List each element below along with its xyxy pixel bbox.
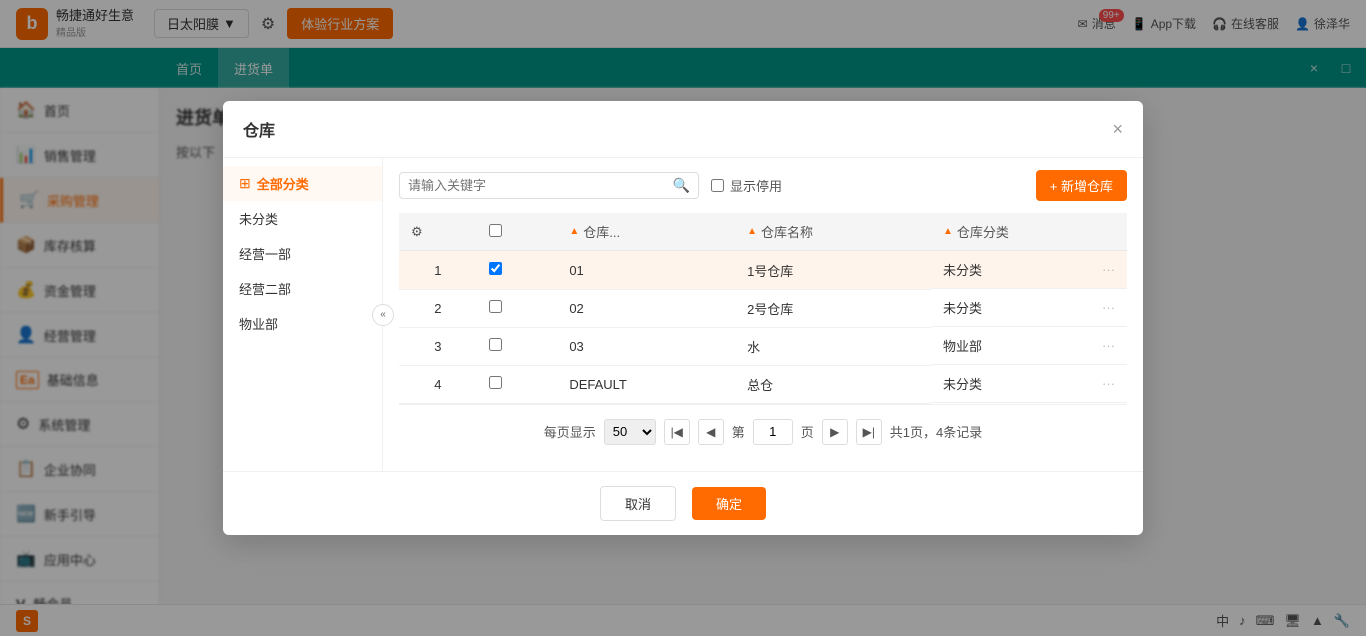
table-toolbar: 🔍 显示停用 + 新增仓库: [399, 170, 1127, 201]
row-checkbox[interactable]: [477, 289, 558, 327]
pagination: 每页显示 50 10 20 100 |◀ ◀ 第 页 ▶ ▶| 共1页，4条记录: [399, 404, 1127, 459]
warehouse-modal: 仓库 × ⊞ 全部分类 未分类 经营一部 经营二部 物业部 «: [223, 101, 1143, 535]
row-name: 总仓: [735, 365, 931, 403]
row-checkbox[interactable]: [477, 327, 558, 365]
modal-header: 仓库 ×: [223, 101, 1143, 158]
row-name: 水: [735, 327, 931, 365]
show-disabled-checkbox[interactable]: [711, 179, 724, 192]
row-code: DEFAULT: [557, 365, 735, 403]
modal-body: ⊞ 全部分类 未分类 经营一部 经营二部 物业部 « 🔍: [223, 158, 1143, 471]
table-row[interactable]: 3 03 水 物业部···: [399, 327, 1127, 365]
show-disabled-text: 显示停用: [730, 176, 782, 195]
page-suffix: 页: [801, 422, 814, 441]
row-index: 1: [399, 251, 477, 290]
search-input[interactable]: [408, 178, 667, 193]
row-checkbox[interactable]: [477, 251, 558, 290]
row-category: 未分类···: [931, 365, 1127, 403]
row-category: 未分类···: [931, 251, 1127, 289]
th-code[interactable]: ▲ 仓库...: [557, 213, 735, 251]
warehouse-table: ⚙ ▲ 仓库... ▲ 仓库名称: [399, 213, 1127, 404]
total-info: 共1页，4条记录: [890, 422, 982, 441]
cancel-btn[interactable]: 取消: [600, 486, 676, 521]
gear-icon[interactable]: ⚙: [411, 224, 423, 239]
search-box: 🔍: [399, 172, 699, 199]
modal-footer: 取消 确定: [223, 471, 1143, 535]
select-all-checkbox[interactable]: [489, 224, 502, 237]
row-name: 2号仓库: [735, 289, 931, 327]
sort-icon-code: ▲: [569, 226, 579, 237]
page-input[interactable]: [753, 419, 793, 445]
row-action-btn[interactable]: ···: [1102, 300, 1115, 315]
row-name: 1号仓库: [735, 251, 931, 290]
row-checkbox[interactable]: [477, 365, 558, 403]
modal-close-btn[interactable]: ×: [1112, 119, 1123, 140]
row-action-btn[interactable]: ···: [1102, 376, 1115, 391]
th-checkbox: [477, 213, 558, 251]
row-code: 01: [557, 251, 735, 290]
modal-overlay: 仓库 × ⊞ 全部分类 未分类 经营一部 经营二部 物业部 «: [0, 0, 1366, 636]
row-index: 3: [399, 327, 477, 365]
th-settings: ⚙: [399, 213, 477, 251]
th-code-label: 仓库...: [583, 222, 620, 241]
add-warehouse-btn[interactable]: + 新增仓库: [1036, 170, 1127, 201]
category-item-1[interactable]: 经营一部: [223, 236, 382, 271]
row-action-btn[interactable]: ···: [1102, 262, 1115, 277]
th-category[interactable]: ▲ 仓库分类: [931, 213, 1127, 251]
table-row[interactable]: 2 02 2号仓库 未分类···: [399, 289, 1127, 327]
prev-page-btn[interactable]: ◀: [698, 419, 724, 445]
table-row[interactable]: 1 01 1号仓库 未分类···: [399, 251, 1127, 290]
row-index: 4: [399, 365, 477, 403]
th-category-label: 仓库分类: [957, 222, 1009, 241]
row-action-btn[interactable]: ···: [1102, 338, 1115, 353]
category-all-label: 全部分类: [257, 174, 309, 193]
th-name[interactable]: ▲ 仓库名称: [735, 213, 931, 251]
category-item-0[interactable]: 未分类: [223, 201, 382, 236]
row-category: 物业部···: [931, 327, 1127, 365]
search-icon[interactable]: 🔍: [673, 177, 690, 194]
sort-icon-category: ▲: [943, 226, 953, 237]
next-page-btn[interactable]: ▶: [822, 419, 848, 445]
row-code: 02: [557, 289, 735, 327]
row-code: 03: [557, 327, 735, 365]
page-label: 第: [732, 422, 745, 441]
row-index: 2: [399, 289, 477, 327]
last-page-btn[interactable]: ▶|: [856, 419, 882, 445]
category-panel: ⊞ 全部分类 未分类 经营一部 经营二部 物业部 «: [223, 158, 383, 471]
modal-title: 仓库: [243, 117, 275, 141]
confirm-btn[interactable]: 确定: [692, 487, 766, 520]
per-page-label: 每页显示: [544, 422, 596, 441]
category-item-3[interactable]: 物业部: [223, 306, 382, 341]
first-page-btn[interactable]: |◀: [664, 419, 690, 445]
sort-icon-name: ▲: [747, 226, 757, 237]
th-name-label: 仓库名称: [761, 222, 813, 241]
category-item-2[interactable]: 经营二部: [223, 271, 382, 306]
show-disabled-label[interactable]: 显示停用: [711, 176, 782, 195]
grid-icon: ⊞: [239, 175, 251, 192]
row-category: 未分类···: [931, 289, 1127, 327]
per-page-select[interactable]: 50 10 20 100: [604, 419, 656, 445]
category-collapse-btn[interactable]: «: [372, 304, 394, 326]
table-panel: 🔍 显示停用 + 新增仓库 ⚙: [383, 158, 1143, 471]
table-row[interactable]: 4 DEFAULT 总仓 未分类···: [399, 365, 1127, 403]
category-all-item[interactable]: ⊞ 全部分类: [223, 166, 382, 201]
